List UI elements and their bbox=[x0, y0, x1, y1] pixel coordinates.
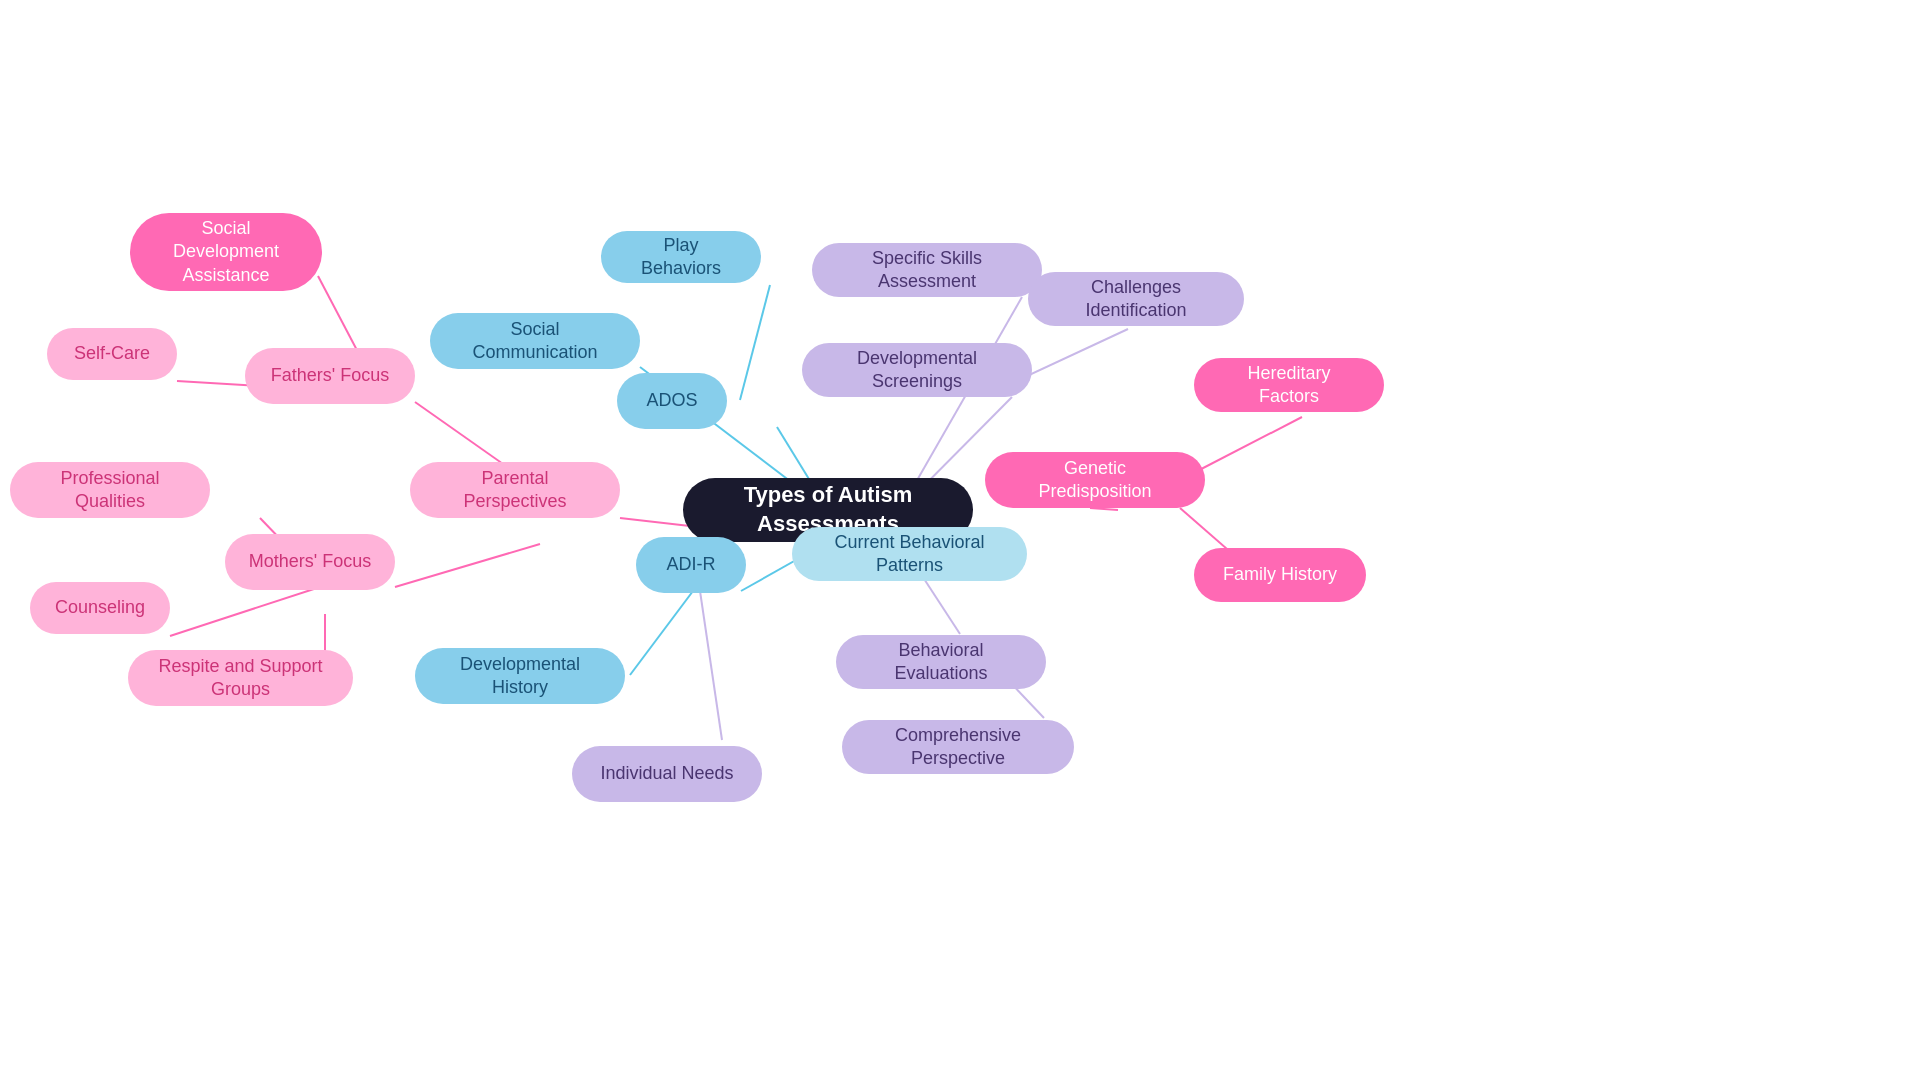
family-history-node: Family History bbox=[1194, 548, 1366, 602]
ados-node: ADOS bbox=[617, 373, 727, 429]
svg-line-4 bbox=[395, 544, 540, 587]
hereditary-node: Hereditary Factors bbox=[1194, 358, 1384, 412]
counseling-node: Counseling bbox=[30, 582, 170, 634]
fathers-focus-node: Fathers' Focus bbox=[245, 348, 415, 404]
self-care-node: Self-Care bbox=[47, 328, 177, 380]
challenges-node: Challenges Identification bbox=[1028, 272, 1244, 326]
individual-needs-node: Individual Needs bbox=[572, 746, 762, 802]
adir-node: ADI-R bbox=[636, 537, 746, 593]
mothers-focus-node: Mothers' Focus bbox=[225, 534, 395, 590]
parental-perspectives-node: Parental Perspectives bbox=[410, 462, 620, 518]
respite-node: Respite and Support Groups bbox=[128, 650, 353, 706]
svg-line-13 bbox=[700, 591, 722, 740]
play-behaviors-node: Play Behaviors bbox=[601, 231, 761, 283]
current-behavioral-node: Current Behavioral Patterns bbox=[792, 527, 1027, 581]
svg-line-12 bbox=[630, 591, 693, 675]
social-dev-node: Social Development Assistance bbox=[130, 213, 322, 291]
genetic-predis-node: Genetic Predisposition bbox=[985, 452, 1205, 508]
social-comm-node: Social Communication bbox=[430, 313, 640, 369]
dev-history-node: Developmental History bbox=[415, 648, 625, 704]
svg-line-10 bbox=[740, 285, 770, 400]
professional-qualities-node: Professional Qualities bbox=[10, 462, 210, 518]
svg-line-14 bbox=[1090, 508, 1118, 510]
dev-screenings-node: Developmental Screenings bbox=[802, 343, 1032, 397]
specific-skills-node: Specific Skills Assessment bbox=[812, 243, 1042, 297]
svg-line-6 bbox=[170, 587, 320, 636]
behavioral-eval-node: Behavioral Evaluations bbox=[836, 635, 1046, 689]
comprehensive-node: Comprehensive Perspective bbox=[842, 720, 1074, 774]
